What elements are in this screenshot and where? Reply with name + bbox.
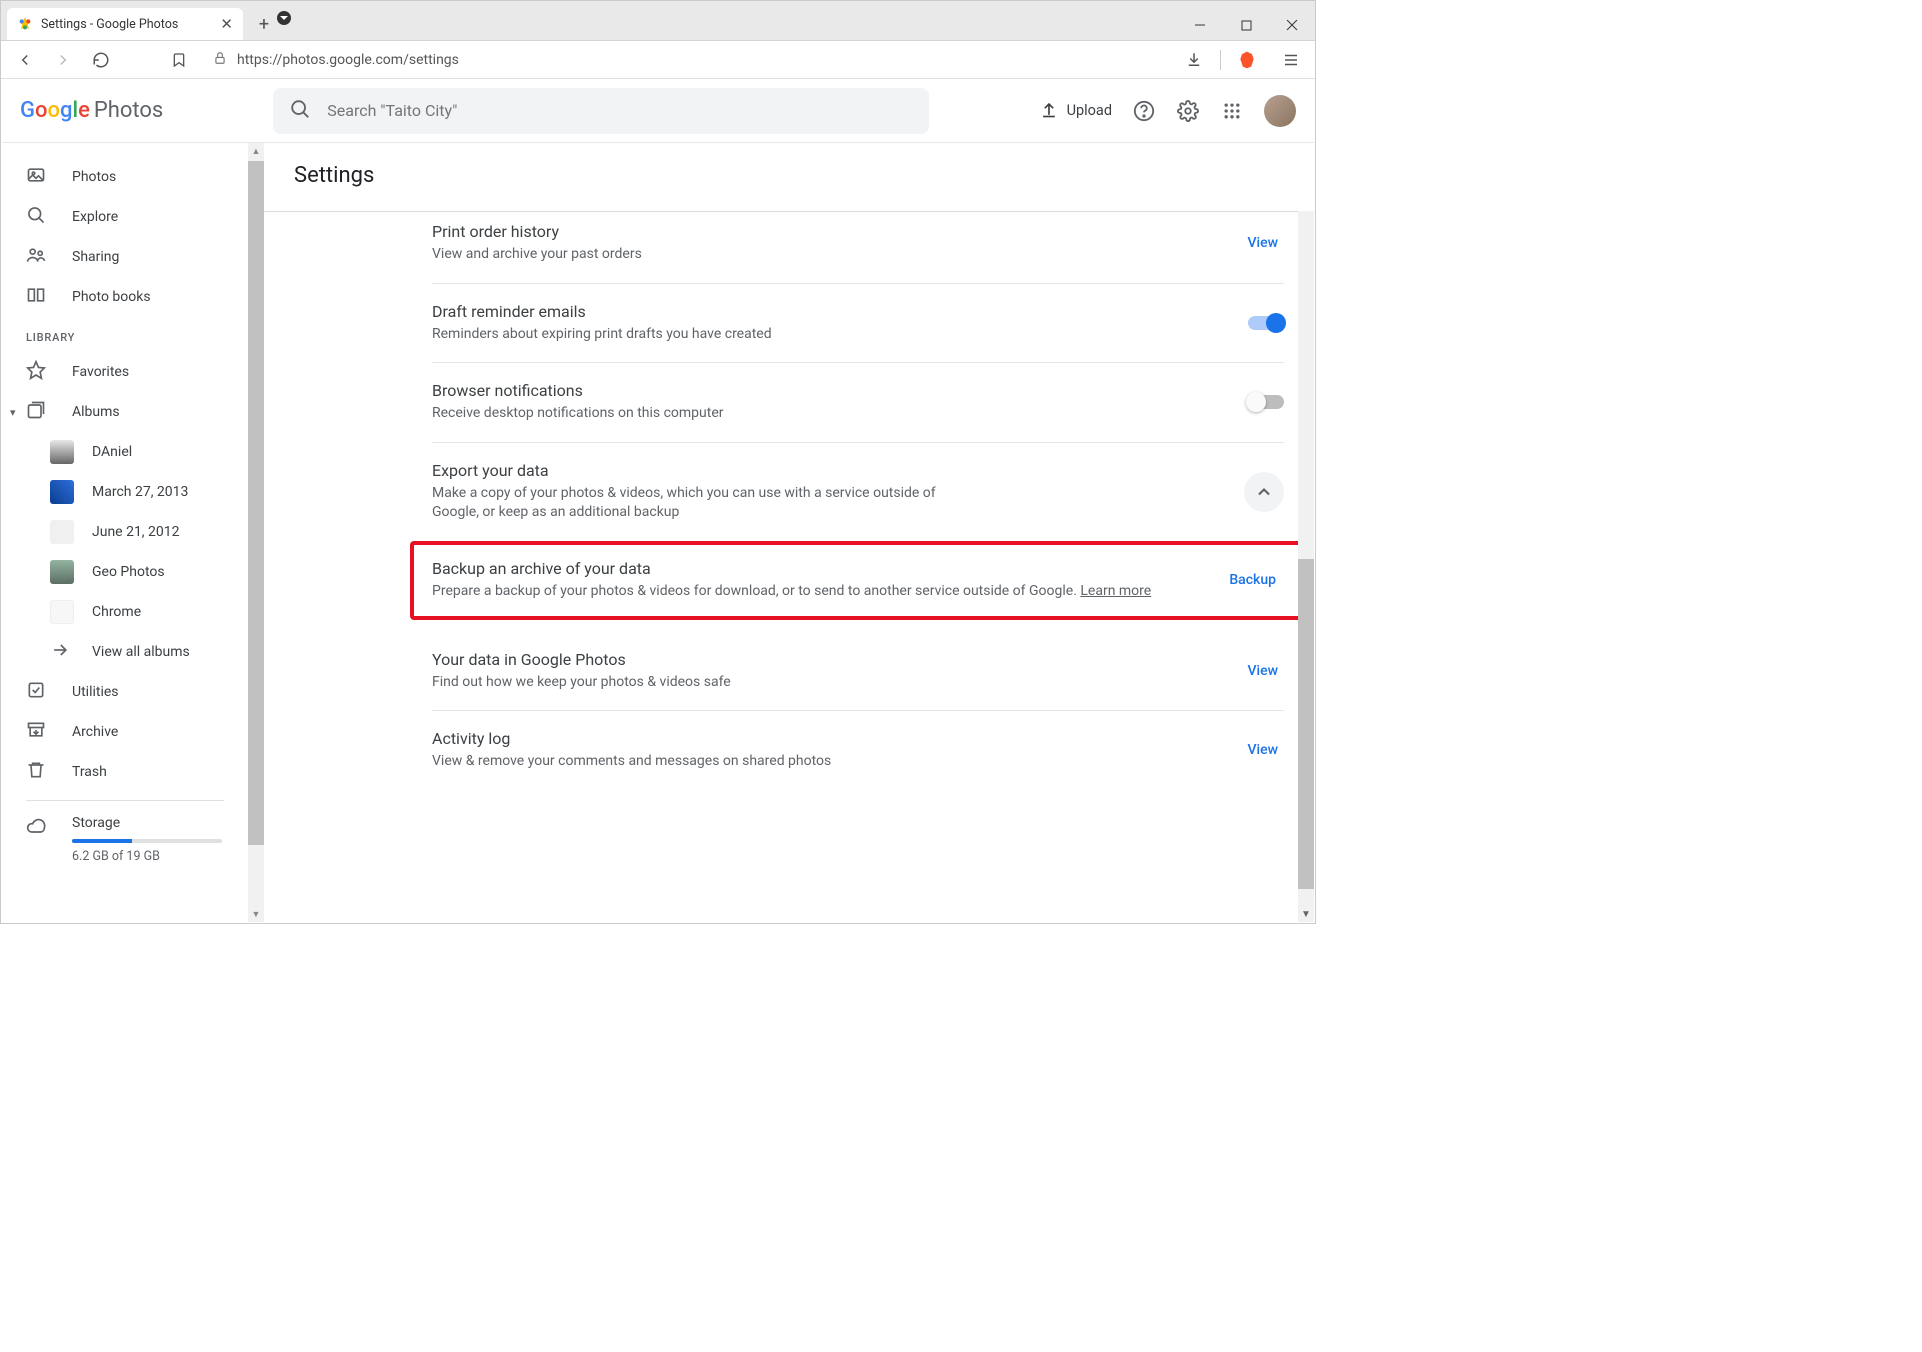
window-controls bbox=[1177, 10, 1315, 40]
view-print-history-link[interactable]: View bbox=[1242, 235, 1285, 251]
cloud-icon bbox=[26, 817, 48, 841]
sidebar-item-photos[interactable]: Photos bbox=[2, 157, 234, 197]
album-thumb bbox=[50, 480, 74, 504]
url-text: https://photos.google.com/settings bbox=[237, 52, 459, 68]
upload-icon bbox=[1039, 99, 1059, 123]
help-icon[interactable] bbox=[1132, 99, 1156, 123]
browser-tab[interactable]: Settings - Google Photos ✕ bbox=[7, 8, 243, 40]
google-photos-logo[interactable]: Google Photos bbox=[20, 98, 163, 123]
setting-print-history: Print order history View and archive you… bbox=[432, 204, 1284, 283]
sidebar-view-all-albums[interactable]: View all albums bbox=[2, 632, 248, 672]
divider bbox=[1220, 50, 1221, 70]
close-window-button[interactable] bbox=[1269, 10, 1315, 40]
backup-button[interactable]: Backup bbox=[1223, 572, 1282, 588]
menu-button[interactable] bbox=[1279, 48, 1303, 72]
apps-grid-icon[interactable] bbox=[1220, 99, 1244, 123]
album-icon bbox=[26, 400, 48, 424]
gear-icon[interactable] bbox=[1176, 99, 1200, 123]
page-title: Settings bbox=[264, 143, 1314, 204]
minimize-button[interactable] bbox=[1177, 10, 1223, 40]
scroll-down-icon[interactable]: ▼ bbox=[1298, 906, 1314, 922]
scroll-up-icon[interactable]: ▲ bbox=[248, 143, 264, 159]
album-march-2013[interactable]: March 27, 2013 bbox=[2, 472, 248, 512]
album-daniel[interactable]: DAniel bbox=[2, 432, 248, 472]
brave-lion-icon[interactable] bbox=[1235, 48, 1259, 72]
search-icon bbox=[26, 205, 48, 229]
scroll-down-icon[interactable]: ▼ bbox=[248, 906, 264, 922]
archive-icon bbox=[26, 720, 48, 744]
search-input[interactable] bbox=[327, 101, 913, 120]
setting-your-data: Your data in Google Photos Find out how … bbox=[432, 632, 1284, 711]
download-icon[interactable] bbox=[1182, 48, 1206, 72]
setting-browser-notifications: Browser notifications Receive desktop no… bbox=[432, 362, 1284, 442]
sidebar-scrollbar-track[interactable]: ▲ ▼ bbox=[248, 143, 264, 922]
album-june-2012[interactable]: June 21, 2012 bbox=[2, 512, 248, 552]
maximize-button[interactable] bbox=[1223, 10, 1269, 40]
tab-title: Settings - Google Photos bbox=[41, 17, 212, 32]
upload-label: Upload bbox=[1067, 102, 1112, 119]
bookmark-button[interactable] bbox=[167, 48, 191, 72]
setting-draft-emails: Draft reminder emails Reminders about ex… bbox=[432, 283, 1284, 363]
browser-window: Settings - Google Photos ✕ + https://pho… bbox=[0, 0, 1316, 924]
search-bar[interactable] bbox=[273, 88, 929, 134]
favicon-icon bbox=[17, 16, 33, 32]
sidebar-item-explore[interactable]: Explore bbox=[2, 197, 234, 237]
sidebar-item-trash[interactable]: Trash bbox=[2, 752, 234, 792]
setting-activity-log: Activity log View & remove your comments… bbox=[432, 710, 1284, 790]
close-tab-icon[interactable]: ✕ bbox=[220, 17, 233, 32]
arrow-right-icon bbox=[50, 640, 74, 664]
library-section-label: LIBRARY bbox=[2, 317, 248, 352]
setting-backup-archive-highlighted: Backup an archive of your data Prepare a… bbox=[410, 541, 1304, 620]
forward-button[interactable] bbox=[51, 48, 75, 72]
reload-button[interactable] bbox=[89, 48, 113, 72]
google-photos-app: Google Photos Upload Photos bbox=[2, 79, 1314, 922]
new-tab-button[interactable]: + bbox=[251, 11, 277, 37]
trash-icon bbox=[26, 760, 48, 784]
book-icon bbox=[26, 285, 48, 309]
sidebar-item-utilities[interactable]: Utilities bbox=[2, 672, 234, 712]
view-activity-link[interactable]: View bbox=[1242, 742, 1285, 758]
settings-main: Settings Print order history View and ar… bbox=[264, 143, 1314, 922]
album-thumb bbox=[50, 600, 74, 624]
url-field[interactable]: https://photos.google.com/settings bbox=[205, 51, 1168, 69]
avatar[interactable] bbox=[1264, 95, 1296, 127]
album-thumb bbox=[50, 560, 74, 584]
draft-emails-toggle[interactable] bbox=[1248, 316, 1284, 330]
title-bar: Settings - Google Photos ✕ + bbox=[1, 1, 1315, 41]
utilities-icon bbox=[26, 680, 48, 704]
sidebar: Photos Explore Sharing Photo books LIBRA… bbox=[2, 143, 248, 922]
storage-bar bbox=[72, 839, 222, 843]
app-header: Google Photos Upload bbox=[2, 79, 1314, 143]
sidebar-item-archive[interactable]: Archive bbox=[2, 712, 234, 752]
star-icon bbox=[26, 360, 48, 384]
main-scrollbar-thumb[interactable] bbox=[1298, 559, 1314, 889]
address-bar: https://photos.google.com/settings bbox=[1, 41, 1315, 79]
collapse-export-button[interactable] bbox=[1244, 472, 1284, 512]
album-geo-photos[interactable]: Geo Photos bbox=[2, 552, 248, 592]
browser-notifications-toggle[interactable] bbox=[1248, 395, 1284, 409]
divider bbox=[26, 800, 224, 801]
setting-export-data: Export your data Make a copy of your pho… bbox=[432, 442, 1284, 541]
learn-more-link[interactable]: Learn more bbox=[1080, 583, 1151, 599]
scroll-shadow bbox=[264, 211, 1298, 212]
search-icon bbox=[289, 98, 311, 124]
view-your-data-link[interactable]: View bbox=[1242, 663, 1285, 679]
photos-icon bbox=[26, 165, 48, 189]
sharing-icon bbox=[26, 245, 48, 269]
sidebar-item-sharing[interactable]: Sharing bbox=[2, 237, 234, 277]
album-chrome[interactable]: Chrome bbox=[2, 592, 248, 632]
sidebar-item-albums[interactable]: ▾ Albums bbox=[2, 392, 234, 432]
sidebar-item-favorites[interactable]: Favorites bbox=[2, 352, 234, 392]
album-thumb bbox=[50, 520, 74, 544]
sidebar-item-photobooks[interactable]: Photo books bbox=[2, 277, 234, 317]
logo-product-text: Photos bbox=[94, 98, 163, 123]
lock-icon bbox=[213, 51, 227, 69]
sidebar-item-storage[interactable]: Storage 6.2 GB of 19 GB bbox=[2, 809, 234, 864]
brave-shields-indicator[interactable] bbox=[277, 11, 291, 25]
album-thumb bbox=[50, 440, 74, 464]
chevron-down-icon[interactable]: ▾ bbox=[10, 406, 16, 419]
upload-button[interactable]: Upload bbox=[1039, 99, 1112, 123]
sidebar-scrollbar-thumb[interactable] bbox=[248, 161, 264, 845]
back-button[interactable] bbox=[13, 48, 37, 72]
